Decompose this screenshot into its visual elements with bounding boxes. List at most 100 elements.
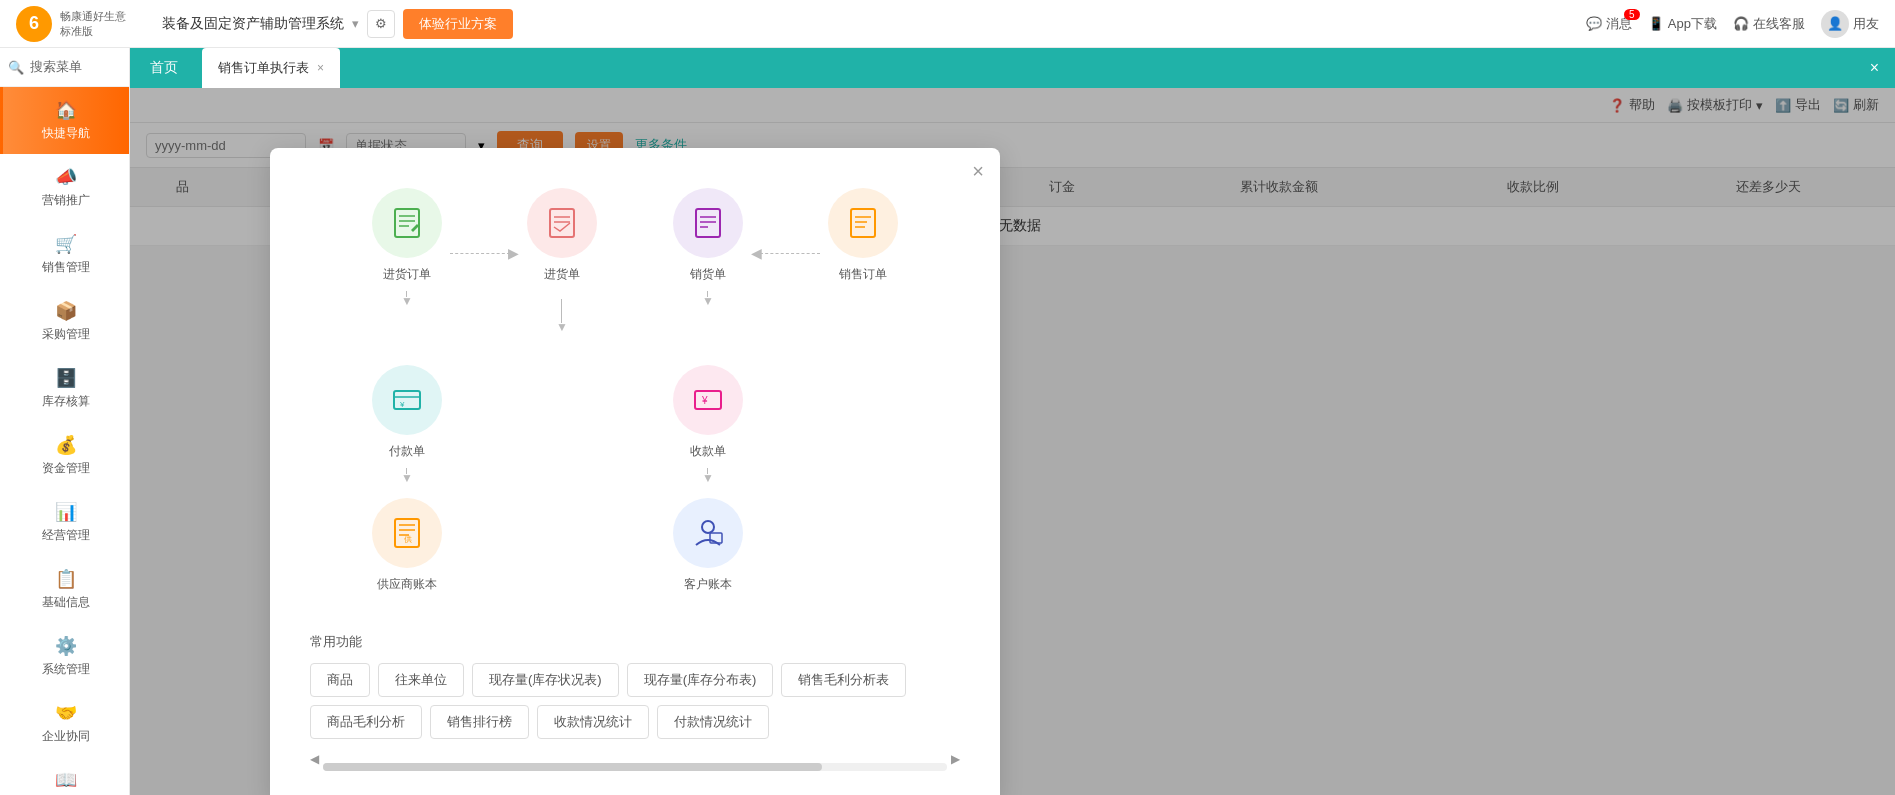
avatar: 👤	[1821, 10, 1849, 38]
func-btn-2[interactable]: 现存量(库存状况表)	[472, 663, 619, 697]
scroll-left-arrow[interactable]: ◀	[310, 752, 319, 766]
system-icon: ⚙️	[55, 635, 77, 657]
sidebar-item-enterprise[interactable]: 🤝 企业协同	[0, 690, 129, 757]
search-icon: 🔍	[8, 60, 24, 75]
func-btn-1[interactable]: 往来单位	[378, 663, 464, 697]
logo-area: 6 畅康通好生意 标准版	[16, 6, 146, 42]
flow-node-purchase-order[interactable]: 进货订单	[364, 180, 450, 291]
message-button[interactable]: 💬 消息 5	[1586, 15, 1632, 33]
func-btn-7[interactable]: 收款情况统计	[537, 705, 649, 739]
page-content: ❓ 帮助 🖨️ 按模板打印 ▾ ⬆️ 导出 �	[130, 88, 1895, 795]
svg-text:供: 供	[404, 535, 412, 544]
sidebar-item-finance[interactable]: 💰 资金管理	[0, 422, 129, 489]
logo-icon: 6	[16, 6, 52, 42]
modal-scroll-wrapper: ◀ ▶	[310, 747, 960, 771]
sidebar-item-inventory[interactable]: 🗄️ 库存核算	[0, 355, 129, 422]
func-btn-3[interactable]: 现存量(库存分布表)	[627, 663, 774, 697]
newbie-icon: 📖	[55, 769, 77, 791]
flow-node-purchase-bill[interactable]: 进货单	[519, 180, 605, 291]
tab-bar: 首页 销售订单执行表 × ×	[130, 48, 1895, 88]
purchase-icon: 📦	[55, 300, 77, 322]
marketing-icon: 📣	[55, 166, 77, 188]
purchase-order-circle	[372, 188, 442, 258]
flow-col-middle-left: 进货单 ▼	[519, 180, 605, 391]
phone-icon: 📱	[1648, 16, 1664, 31]
sidebar-item-system[interactable]: ⚙️ 系统管理	[0, 623, 129, 690]
func-btn-4[interactable]: 销售毛利分析表	[781, 663, 906, 697]
supplier-account-circle: 供	[372, 498, 442, 568]
flow-col-left: 进货订单 ▼ ¥	[364, 180, 450, 601]
sidebar-item-marketing[interactable]: 📣 营销推广	[0, 154, 129, 221]
user-name: 用友	[1853, 15, 1879, 33]
system-area: 装备及固定资产辅助管理系统 ▾ ⚙ 体验行业方案	[146, 9, 1586, 39]
inventory-icon: 🗄️	[55, 367, 77, 389]
logo-text: 畅康通好生意 标准版	[60, 9, 126, 38]
flow-node-sales-order[interactable]: 销售订单	[820, 180, 906, 291]
main-area: 🔍 搜索菜单 🏠 快捷导航 📣 营销推广 🛒 销售管理 📦 采购管理 🗄️	[0, 48, 1895, 795]
flow-node-receipt-bill[interactable]: ¥ 收款单	[665, 357, 751, 468]
app-download-button[interactable]: 📱 App下载	[1648, 15, 1717, 33]
modal-scrollbar[interactable]	[323, 763, 947, 771]
flow-node-supplier-account[interactable]: 供 供应商账本	[364, 490, 450, 601]
scroll-right-arrow[interactable]: ▶	[951, 752, 960, 766]
sales-order-circle	[828, 188, 898, 258]
flow-col-right: 销售订单	[820, 180, 906, 291]
sidebar-item-operation[interactable]: 📊 经营管理	[0, 489, 129, 556]
tab-home[interactable]: 首页	[130, 48, 198, 88]
sales-order-label: 销售订单	[839, 266, 887, 283]
flow-node-customer-account[interactable]: 客户账本	[665, 490, 751, 601]
trial-button[interactable]: 体验行业方案	[403, 9, 513, 39]
online-service-button[interactable]: 🎧 在线客服	[1733, 15, 1805, 33]
func-btn-0[interactable]: 商品	[310, 663, 370, 697]
finance-icon: 💰	[55, 434, 77, 456]
sidebar-item-basic-info[interactable]: 📋 基础信息	[0, 556, 129, 623]
flow-diagram: 进货订单 ▼ ¥	[310, 180, 960, 601]
tab-close-icon[interactable]: ×	[317, 61, 324, 75]
sales-icon: 🛒	[55, 233, 77, 255]
purchase-bill-circle	[527, 188, 597, 258]
scrollbar-thumb	[323, 763, 822, 771]
modal-close-button[interactable]: ×	[972, 160, 984, 183]
func-btn-6[interactable]: 销售排行榜	[430, 705, 529, 739]
svg-rect-15	[696, 209, 720, 237]
svg-rect-0	[395, 209, 419, 237]
content-area: 首页 销售订单执行表 × × ❓ 帮助 �	[130, 48, 1895, 795]
system-dropdown-icon[interactable]: ▾	[352, 16, 359, 31]
svg-point-21	[702, 521, 714, 533]
user-area[interactable]: 👤 用友	[1821, 10, 1879, 38]
sidebar-item-sales[interactable]: 🛒 销售管理	[0, 221, 129, 288]
supplier-account-label: 供应商账本	[377, 576, 437, 593]
func-btn-5[interactable]: 商品毛利分析	[310, 705, 422, 739]
receipt-bill-label: 收款单	[690, 443, 726, 460]
payment-bill-circle: ¥	[372, 365, 442, 435]
flow-node-sales-bill[interactable]: 销货单	[665, 180, 751, 291]
svg-rect-19	[695, 391, 721, 409]
headset-icon: 🎧	[1733, 16, 1749, 31]
tab-sales-order[interactable]: 销售订单执行表 ×	[202, 48, 340, 88]
tab-bar-close-button[interactable]: ×	[1870, 59, 1879, 77]
func-btn-8[interactable]: 付款情况统计	[657, 705, 769, 739]
sidebar-item-newbie[interactable]: 📖 新手引导	[0, 757, 129, 795]
sidebar: 🔍 搜索菜单 🏠 快捷导航 📣 营销推广 🛒 销售管理 📦 采购管理 🗄️	[0, 48, 130, 795]
svg-rect-23	[851, 209, 875, 237]
home-icon: 🏠	[55, 99, 77, 121]
enterprise-icon: 🤝	[55, 702, 77, 724]
sidebar-item-purchase[interactable]: 📦 采购管理	[0, 288, 129, 355]
flow-node-payment-bill[interactable]: ¥ 付款单	[364, 357, 450, 468]
sidebar-item-quick-nav[interactable]: 🏠 快捷导航	[0, 87, 129, 154]
search-menu[interactable]: 🔍 搜索菜单	[0, 48, 129, 87]
payment-bill-label: 付款单	[389, 443, 425, 460]
purchase-order-label: 进货订单	[383, 266, 431, 283]
top-bar: 6 畅康通好生意 标准版 装备及固定资产辅助管理系统 ▾ ⚙ 体验行业方案 💬 …	[0, 0, 1895, 48]
common-functions-title: 常用功能	[310, 633, 960, 651]
svg-rect-4	[394, 391, 420, 409]
operation-icon: 📊	[55, 501, 77, 523]
func-buttons: 商品往来单位现存量(库存状况表)现存量(库存分布表)销售毛利分析表商品毛利分析销…	[310, 663, 960, 739]
modal-overlay: × 进货订单	[130, 88, 1895, 795]
system-name: 装备及固定资产辅助管理系统	[162, 15, 344, 33]
message-badge: 5	[1624, 9, 1640, 20]
flow-col-middle-right: 销货单 ▼ ¥	[665, 180, 751, 601]
svg-text:¥: ¥	[399, 400, 405, 409]
sales-bill-label: 销货单	[690, 266, 726, 283]
gear-button[interactable]: ⚙	[367, 10, 395, 38]
